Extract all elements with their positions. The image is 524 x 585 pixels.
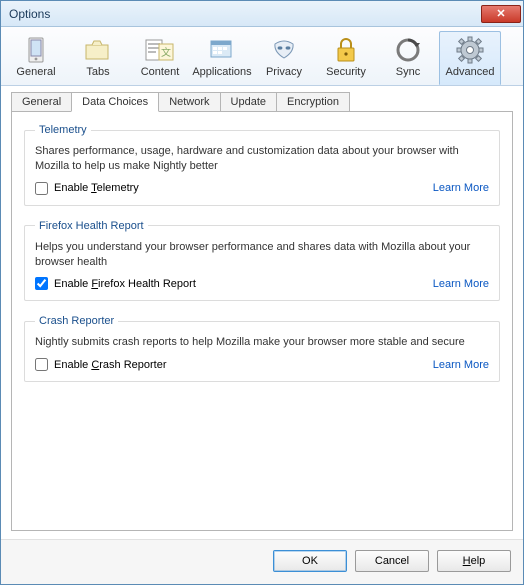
telemetry-group: Telemetry Shares performance, usage, har… [24,124,500,206]
category-toolbar: General Tabs 文 Content Applications Priv… [1,27,523,86]
subtab-encryption[interactable]: Encryption [276,92,350,111]
crash-reporter-group: Crash Reporter Nightly submits crash rep… [24,315,500,382]
subtab-network[interactable]: Network [158,92,220,111]
close-icon: ✕ [496,7,505,20]
telemetry-desc: Shares performance, usage, hardware and … [35,144,489,174]
gear-icon [454,36,486,64]
category-label: Privacy [266,66,302,78]
crash-learn-more-link[interactable]: Learn More [433,359,489,371]
category-advanced[interactable]: Advanced [439,31,501,85]
enable-telemetry-checkbox[interactable] [35,182,48,195]
window-title: Options [9,7,481,21]
enable-crash-checkbox[interactable] [35,358,48,371]
category-label: General [16,66,55,78]
subtab-general[interactable]: General [11,92,72,111]
category-label: Content [141,66,180,78]
ok-button[interactable]: OK [273,550,347,572]
privacy-mask-icon [268,36,300,64]
category-tabs[interactable]: Tabs [67,31,129,85]
enable-telemetry-label[interactable]: Enable Telemetry [35,182,139,195]
telemetry-learn-more-link[interactable]: Learn More [433,182,489,194]
lock-icon [330,36,362,64]
svg-text:文: 文 [161,46,171,59]
enable-health-label[interactable]: Enable Firefox Health Report [35,277,196,290]
data-choices-panel: Telemetry Shares performance, usage, har… [11,111,513,531]
cancel-button[interactable]: Cancel [355,550,429,572]
tabs-icon [82,36,114,64]
titlebar: Options ✕ [1,1,523,27]
subtab-update[interactable]: Update [220,92,277,111]
enable-health-checkbox[interactable] [35,277,48,290]
health-desc: Helps you understand your browser perfor… [35,240,489,270]
category-security[interactable]: Security [315,31,377,85]
category-applications[interactable]: Applications [191,31,253,85]
health-legend: Firefox Health Report [35,220,148,232]
dialog-button-bar: OK Cancel Help [1,539,523,584]
options-window: Options ✕ General Tabs 文 Content [0,0,524,585]
health-learn-more-link[interactable]: Learn More [433,278,489,290]
general-icon [20,36,52,64]
help-button[interactable]: Help [437,550,511,572]
content-icon: 文 [144,36,176,64]
sync-icon [392,36,424,64]
category-sync[interactable]: Sync [377,31,439,85]
health-report-group: Firefox Health Report Helps you understa… [24,220,500,302]
category-label: Applications [192,66,251,78]
enable-crash-label[interactable]: Enable Crash Reporter [35,358,167,371]
category-content[interactable]: 文 Content [129,31,191,85]
close-button[interactable]: ✕ [481,5,521,23]
category-privacy[interactable]: Privacy [253,31,315,85]
subtab-data-choices[interactable]: Data Choices [71,92,159,112]
category-label: Sync [396,66,420,78]
category-label: Advanced [446,66,495,78]
advanced-subtabs: General Data Choices Network Update Encr… [1,86,523,111]
category-label: Tabs [86,66,109,78]
crash-legend: Crash Reporter [35,315,118,327]
category-label: Security [326,66,366,78]
telemetry-legend: Telemetry [35,124,91,136]
applications-icon [206,36,238,64]
category-general[interactable]: General [5,31,67,85]
crash-desc: Nightly submits crash reports to help Mo… [35,335,489,350]
